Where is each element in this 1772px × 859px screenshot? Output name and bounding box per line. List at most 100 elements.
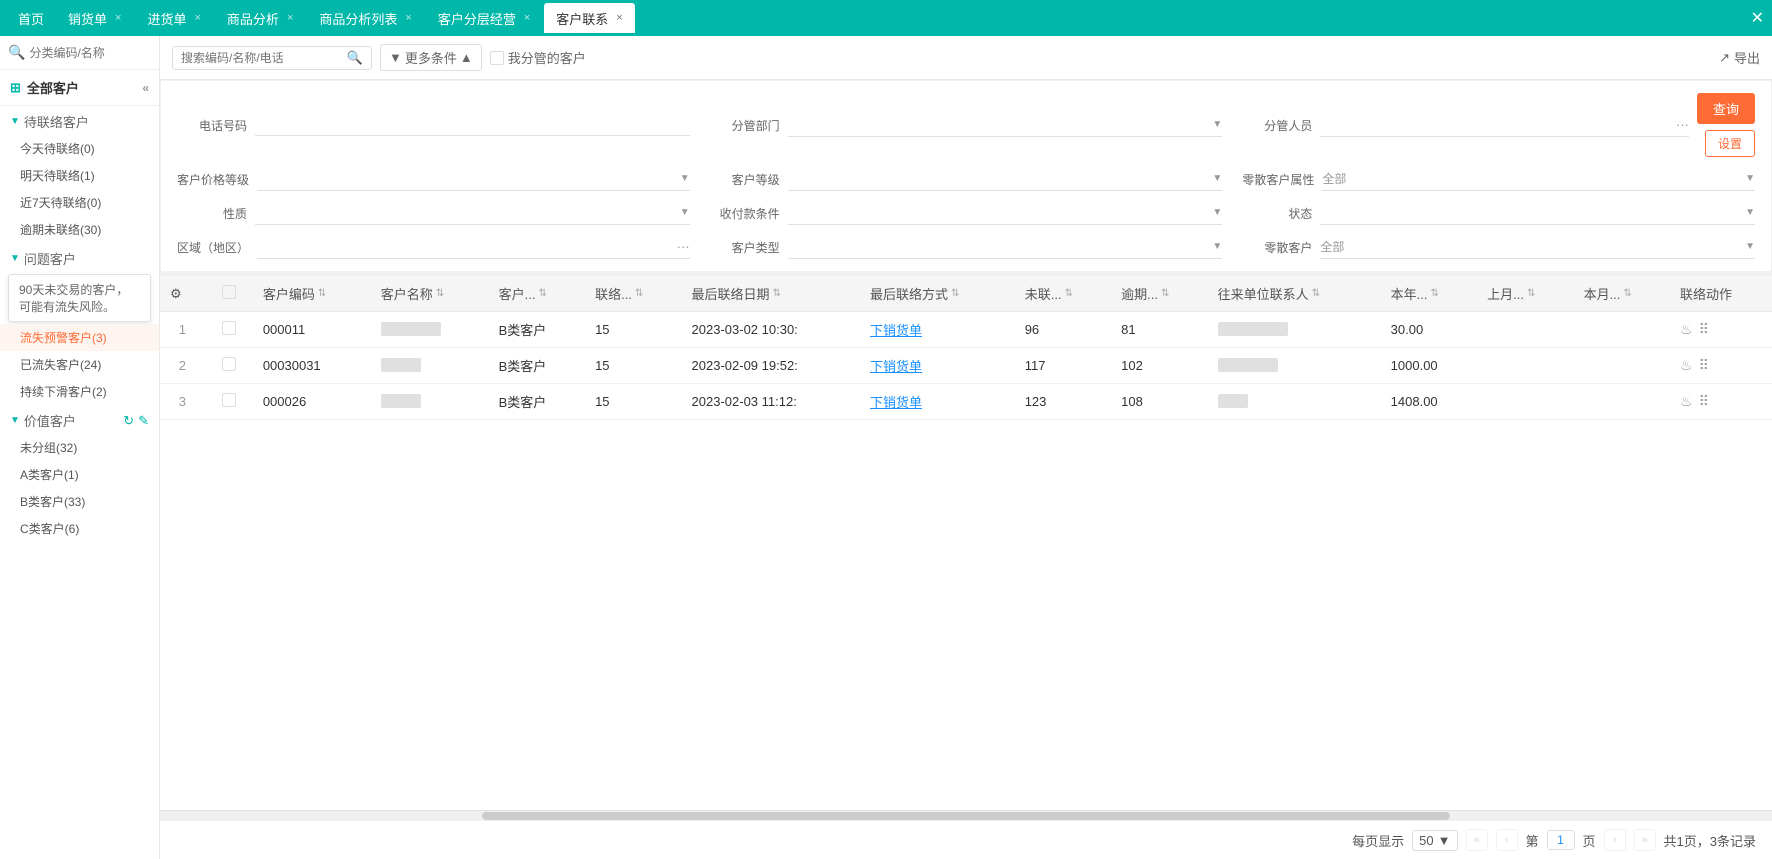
- horizontal-scrollbar[interactable]: [160, 810, 1772, 820]
- row-3-contact-type-link[interactable]: 下销货单: [870, 395, 922, 410]
- th-type[interactable]: 客户...⇅: [489, 276, 585, 312]
- row-3-action-icon-2[interactable]: ⠿: [1699, 393, 1709, 410]
- prev-page-button[interactable]: ‹: [1496, 829, 1518, 851]
- row-2-action-icon-2[interactable]: ⠿: [1699, 357, 1709, 374]
- row-2-action-icon-1[interactable]: ♨: [1680, 357, 1693, 374]
- th-contact[interactable]: 联络...⇅: [585, 276, 681, 312]
- row-checkbox-3[interactable]: [205, 384, 253, 420]
- filter-select-nature[interactable]: ▼: [255, 201, 690, 225]
- sidebar-item-today-pending[interactable]: 今天待联络(0): [0, 135, 159, 162]
- filter-input-phone[interactable]: [255, 115, 690, 136]
- filter-select-status[interactable]: ▼: [1320, 201, 1755, 225]
- next-page-button[interactable]: ›: [1604, 829, 1626, 851]
- th-settings[interactable]: ⚙: [160, 276, 205, 312]
- row-1-action-icon-2[interactable]: ⠿: [1699, 321, 1709, 338]
- sidebar-item-churn-warning[interactable]: 流失预警客户(3): [0, 324, 159, 351]
- nav-tab-analysis-list-close[interactable]: ×: [405, 12, 411, 24]
- nav-tab-customer-contact-close[interactable]: ×: [616, 12, 622, 24]
- filter-select-person[interactable]: ···: [1320, 113, 1689, 137]
- filter-select-region[interactable]: ···: [257, 235, 690, 259]
- row-2-contact: 15: [585, 348, 681, 384]
- settings-button[interactable]: 设置: [1705, 130, 1755, 157]
- row-checkbox-2[interactable]: [205, 348, 253, 384]
- sidebar-item-overdue-pending[interactable]: 逾期未联络(30): [0, 216, 159, 243]
- th-checkbox[interactable]: [205, 276, 253, 312]
- th-not-contacted[interactable]: 未联...⇅: [1015, 276, 1111, 312]
- row-2-contact-type-link[interactable]: 下销货单: [870, 359, 922, 374]
- filter-select-dept[interactable]: ▼: [788, 113, 1223, 137]
- header-checkbox[interactable]: [222, 285, 236, 299]
- row-1-action-icons: ♨ ⠿: [1680, 321, 1762, 338]
- nav-tab-analysis-close[interactable]: ×: [287, 12, 293, 24]
- filter-select-customer-type[interactable]: ▼: [788, 235, 1223, 259]
- sidebar-item-7day-pending[interactable]: 近7天待联络(0): [0, 189, 159, 216]
- row-3-last-contact-type[interactable]: 下销货单: [860, 384, 1015, 420]
- row-1-action-icon-1[interactable]: ♨: [1680, 321, 1693, 338]
- nav-tab-customer-contact[interactable]: 客户联系 ×: [544, 3, 634, 33]
- my-customers-checkbox[interactable]: [490, 51, 504, 65]
- th-this-year[interactable]: 本年...⇅: [1381, 276, 1477, 312]
- nav-tab-analysis[interactable]: 商品分析 ×: [215, 3, 305, 33]
- th-last-contact-date[interactable]: 最后联络日期⇅: [682, 276, 861, 312]
- first-page-button[interactable]: «: [1466, 829, 1488, 851]
- row-2-checkbox[interactable]: [222, 357, 236, 371]
- row-2-last-contact-type[interactable]: 下销货单: [860, 348, 1015, 384]
- th-code[interactable]: 客户编码⇅: [253, 276, 371, 312]
- filter-select-payment[interactable]: ▼: [788, 201, 1223, 225]
- sidebar-item-b-class[interactable]: B类客户(33): [0, 488, 159, 515]
- nav-tab-analysis-list[interactable]: 商品分析列表 ×: [307, 3, 423, 33]
- settings-icon[interactable]: ⚙: [170, 286, 182, 301]
- row-checkbox-1[interactable]: [205, 312, 253, 348]
- sidebar-search-input[interactable]: [29, 46, 160, 60]
- nav-tab-customer-tier-close[interactable]: ×: [524, 12, 530, 24]
- sidebar-item-a-class[interactable]: A类客户(1): [0, 461, 159, 488]
- per-page-select[interactable]: 50 ▼: [1412, 830, 1457, 851]
- sidebar-item-tomorrow-pending[interactable]: 明天待联络(1): [0, 162, 159, 189]
- nav-tab-customer-tier[interactable]: 客户分层经营 ×: [426, 3, 542, 33]
- nav-home[interactable]: 首页: [8, 5, 54, 32]
- row-2-this-month: [1574, 348, 1670, 384]
- sidebar-item-churned[interactable]: 已流失客户(24): [0, 351, 159, 378]
- close-window-button[interactable]: ✕: [1751, 8, 1764, 28]
- sidebar-item-c-class[interactable]: C类客户(6): [0, 515, 159, 542]
- export-button[interactable]: ↗ 导出: [1719, 48, 1760, 67]
- sidebar-group-pending[interactable]: ▼ 待联络客户: [0, 106, 159, 135]
- sidebar-group-problem[interactable]: ▼ 问题客户: [0, 243, 159, 272]
- nav-tab-sales[interactable]: 销货单 ×: [56, 3, 133, 33]
- last-page-button[interactable]: »: [1634, 829, 1656, 851]
- filter-select-customer-level[interactable]: ▼: [788, 167, 1223, 191]
- row-1-checkbox[interactable]: [222, 321, 236, 335]
- page-input[interactable]: [1547, 830, 1575, 850]
- dots-icon-region[interactable]: ···: [677, 239, 690, 254]
- filter-select-zero-scattered[interactable]: 全部 ▼: [1320, 235, 1755, 259]
- row-3-action-icon-1[interactable]: ♨: [1680, 393, 1693, 410]
- th-last-month[interactable]: 上月...⇅: [1477, 276, 1573, 312]
- my-customers-toggle[interactable]: 我分管的客户: [490, 48, 586, 67]
- more-conditions-button[interactable]: ▼ 更多条件 ▲: [380, 44, 482, 71]
- filter-select-scattered-attr[interactable]: 全部 ▼: [1322, 167, 1755, 191]
- sidebar-group-value[interactable]: ▼ 价值客户 ↻ ✎: [0, 405, 159, 434]
- search-input[interactable]: [181, 51, 343, 65]
- sidebar-item-ungrouped[interactable]: 未分组(32): [0, 434, 159, 461]
- nav-tab-purchase[interactable]: 进货单 ×: [135, 3, 212, 33]
- scrollbar-thumb[interactable]: [482, 812, 1449, 820]
- th-last-contact-type[interactable]: 最后联络方式⇅: [860, 276, 1015, 312]
- th-name[interactable]: 客户名称⇅: [371, 276, 489, 312]
- query-button[interactable]: 查询: [1697, 93, 1755, 124]
- th-code-label: 客户编码: [263, 284, 315, 303]
- nav-tab-purchase-close[interactable]: ×: [194, 12, 200, 24]
- sidebar-collapse-button[interactable]: «: [142, 81, 149, 95]
- row-1-last-contact-type[interactable]: 下销货单: [860, 312, 1015, 348]
- row-3-checkbox[interactable]: [222, 393, 236, 407]
- th-this-month[interactable]: 本月...⇅: [1574, 276, 1670, 312]
- dots-icon-person[interactable]: ···: [1676, 117, 1689, 132]
- filter-select-price-level[interactable]: ▼: [257, 167, 690, 191]
- th-overdue[interactable]: 逾期...⇅: [1111, 276, 1207, 312]
- sidebar-item-declining[interactable]: 持续下滑客户(2): [0, 378, 159, 405]
- nav-tab-sales-close[interactable]: ×: [115, 12, 121, 24]
- edit-icon[interactable]: ✎: [138, 413, 149, 429]
- sidebar-all-customers[interactable]: ⊞ 全部客户 «: [0, 70, 159, 106]
- th-contact-person[interactable]: 往来单位联系人⇅: [1208, 276, 1381, 312]
- row-1-contact-type-link[interactable]: 下销货单: [870, 323, 922, 338]
- refresh-icon[interactable]: ↻: [123, 413, 134, 429]
